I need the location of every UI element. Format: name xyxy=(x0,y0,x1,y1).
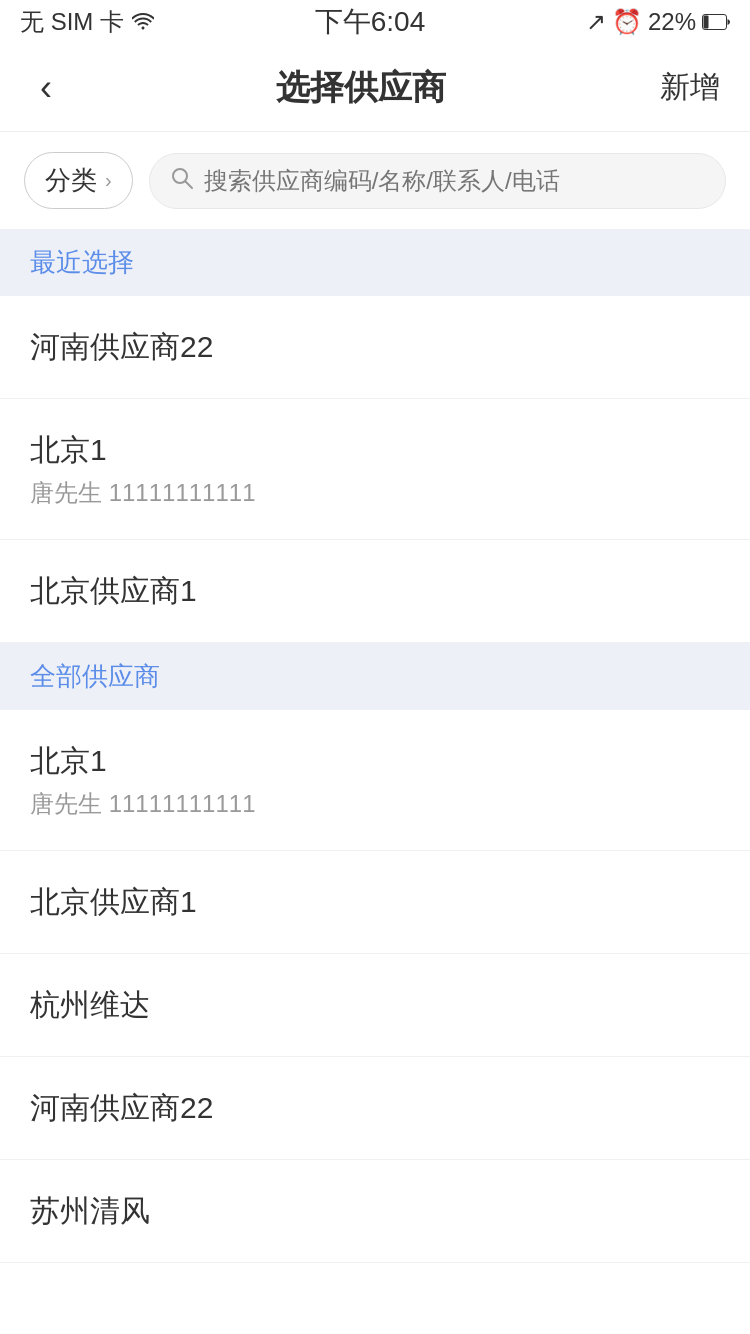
list-item[interactable]: 河南供应商22 xyxy=(0,296,750,399)
supplier-name: 河南供应商22 xyxy=(30,326,720,368)
list-item[interactable]: 苏州清风 xyxy=(0,1160,750,1263)
sim-status: 无 SIM 卡 xyxy=(20,6,124,38)
back-button[interactable]: ‹ xyxy=(30,57,62,119)
filter-bar: 分类 › xyxy=(0,132,750,229)
wifi-icon xyxy=(132,8,154,36)
supplier-name: 北京1 xyxy=(30,740,720,782)
chevron-right-icon: › xyxy=(105,169,112,192)
section-header-recent: 最近选择 xyxy=(0,229,750,296)
supplier-name: 北京供应商1 xyxy=(30,881,720,923)
svg-line-3 xyxy=(185,181,192,188)
status-bar: 无 SIM 卡 下午6:04 ↗ ⏰ 22% xyxy=(0,0,750,44)
supplier-name: 河南供应商22 xyxy=(30,1087,720,1129)
list-item[interactable]: 杭州维达 xyxy=(0,954,750,1057)
svg-rect-1 xyxy=(704,16,709,29)
search-icon xyxy=(170,166,194,196)
section-header-all: 全部供应商 xyxy=(0,643,750,710)
status-left: 无 SIM 卡 xyxy=(20,6,154,38)
supplier-name: 北京供应商1 xyxy=(30,570,720,612)
supplier-name: 杭州维达 xyxy=(30,984,720,1026)
sections-container: 最近选择河南供应商22 北京1 唐先生 11111111111 北京供应商1 全部供应商… xyxy=(0,229,750,1263)
search-input[interactable] xyxy=(204,167,705,195)
list-item[interactable]: 北京供应商1 xyxy=(0,540,750,643)
location-icon: ↗ xyxy=(586,8,606,36)
search-bar[interactable] xyxy=(149,153,726,209)
supplier-sub: 唐先生 11111111111 xyxy=(30,477,720,509)
supplier-sub: 唐先生 11111111111 xyxy=(30,788,720,820)
list-item[interactable]: 北京1 唐先生 11111111111 xyxy=(0,399,750,540)
nav-bar: ‹ 选择供应商 新增 xyxy=(0,44,750,132)
alarm-icon: ⏰ xyxy=(612,8,642,36)
battery-icon xyxy=(702,8,730,36)
supplier-name: 北京1 xyxy=(30,429,720,471)
category-label: 分类 xyxy=(45,163,97,198)
list-item[interactable]: 河南供应商22 xyxy=(0,1057,750,1160)
add-button[interactable]: 新增 xyxy=(660,67,720,108)
category-filter[interactable]: 分类 › xyxy=(24,152,133,209)
battery-level: 22% xyxy=(648,8,696,36)
supplier-name: 苏州清风 xyxy=(30,1190,720,1232)
page-title: 选择供应商 xyxy=(276,65,446,111)
status-right: ↗ ⏰ 22% xyxy=(586,8,730,36)
list-item[interactable]: 北京1 唐先生 11111111111 xyxy=(0,710,750,851)
status-time: 下午6:04 xyxy=(315,3,426,41)
list-item[interactable]: 北京供应商1 xyxy=(0,851,750,954)
